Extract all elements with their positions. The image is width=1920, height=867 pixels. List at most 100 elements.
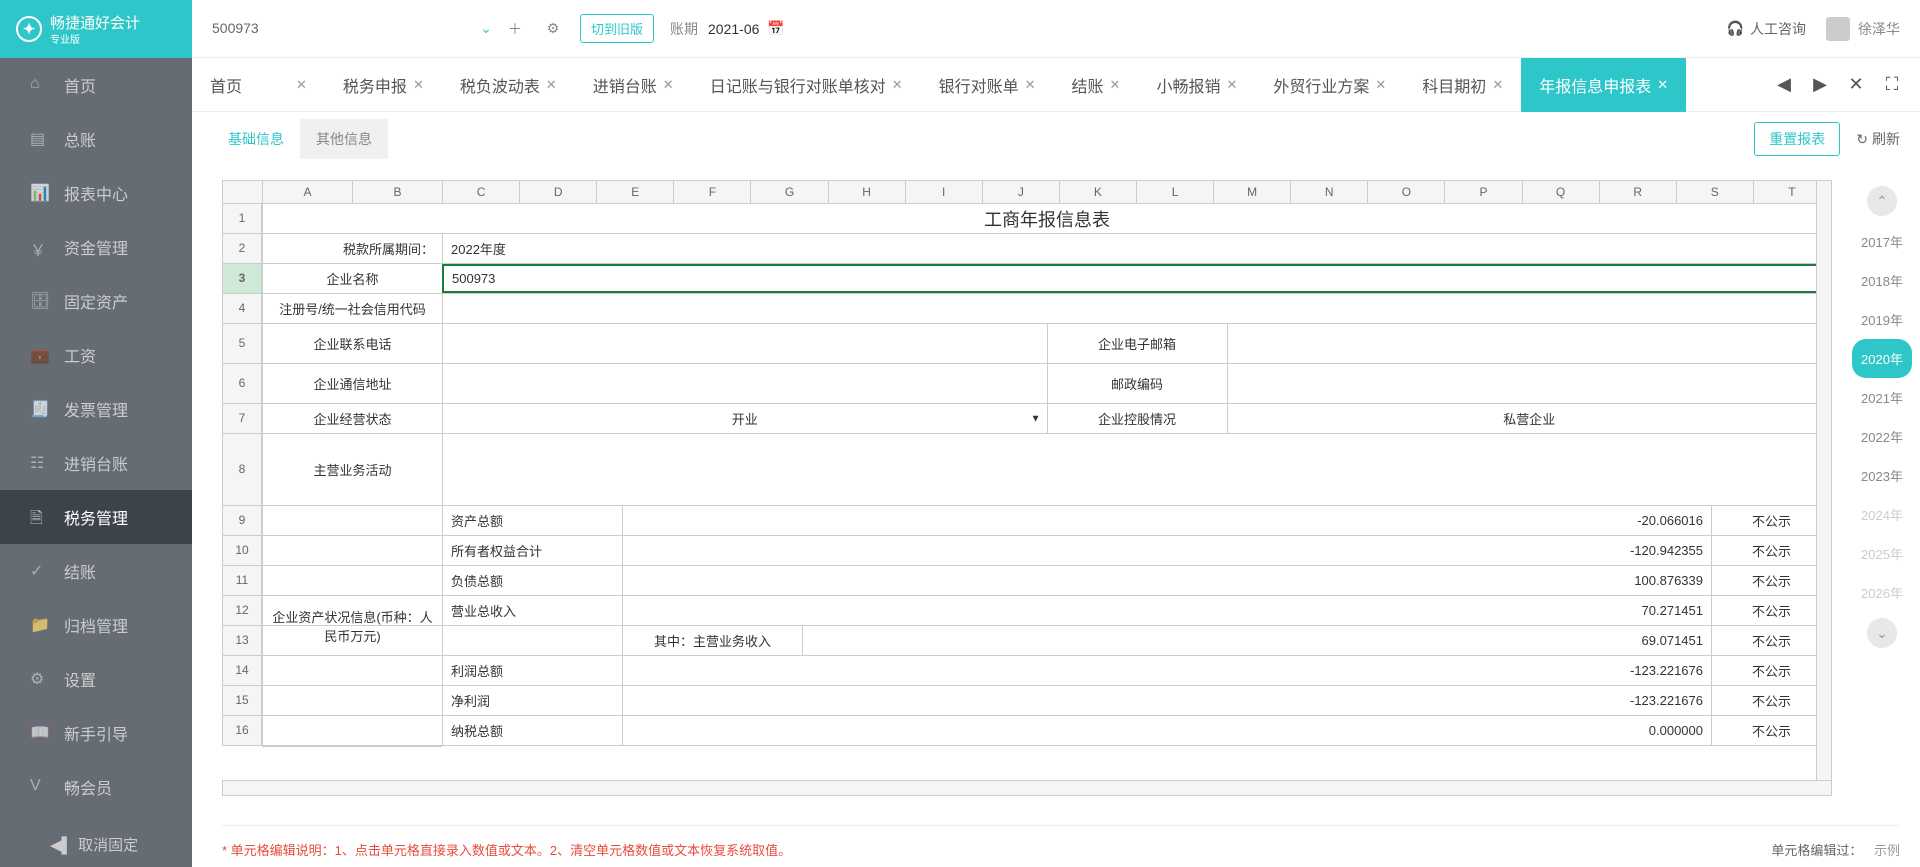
address-input[interactable]	[442, 364, 1047, 403]
year-2023年[interactable]: 2023年	[1852, 456, 1912, 495]
nav-vip[interactable]: V畅会员	[0, 760, 192, 814]
tab-7[interactable]: 结账✕	[1054, 58, 1139, 112]
row-header-9[interactable]: 9	[222, 506, 262, 536]
nav-assets[interactable]: 🗄固定资产	[0, 274, 192, 328]
row-header-8[interactable]: 8	[222, 434, 262, 506]
calendar-icon[interactable]: 📅	[767, 20, 784, 37]
row-header-2[interactable]: 2	[222, 234, 262, 264]
publish-select[interactable]: 不公示▼	[1711, 656, 1831, 685]
tab-close-icon[interactable]: ✕	[296, 77, 307, 93]
gear-icon[interactable]: ⚙	[538, 14, 568, 44]
publish-select[interactable]: 不公示▼	[1711, 536, 1831, 565]
company-name-input[interactable]: 500973	[442, 264, 1831, 293]
tab-1[interactable]: ✕	[272, 58, 325, 112]
row-header-7[interactable]: 7	[222, 404, 262, 434]
tab-next[interactable]: ▶	[1802, 67, 1838, 103]
nav-closing[interactable]: ✓结账	[0, 544, 192, 598]
col-header-I[interactable]: I	[906, 181, 983, 203]
refresh-button[interactable]: ↻ 刷新	[1856, 129, 1900, 149]
fullscreen-icon[interactable]: ⛶	[1874, 67, 1910, 103]
horizontal-scrollbar[interactable]	[222, 780, 1832, 800]
row-header-3[interactable]: 3	[222, 264, 262, 294]
tab-8[interactable]: 小畅报销✕	[1138, 58, 1255, 112]
row-header-14[interactable]: 14	[222, 656, 262, 686]
tab-0[interactable]: 首页	[192, 58, 272, 112]
row-header-13[interactable]: 13	[222, 626, 262, 656]
year-2020年[interactable]: 2020年	[1852, 339, 1912, 378]
col-header-P[interactable]: P	[1445, 181, 1522, 203]
tab-close-icon[interactable]: ✕	[1492, 77, 1503, 93]
row-header-11[interactable]: 11	[222, 566, 262, 596]
postcode-input[interactable]	[1227, 364, 1832, 403]
tab-4[interactable]: 进销台账✕	[575, 58, 692, 112]
year-down[interactable]: ⌄	[1867, 618, 1897, 648]
col-header-M[interactable]: M	[1214, 181, 1291, 203]
holding-select[interactable]: 私营企业▼	[1227, 404, 1832, 433]
col-header-N[interactable]: N	[1291, 181, 1368, 203]
col-header-L[interactable]: L	[1137, 181, 1214, 203]
row-header-4[interactable]: 4	[222, 294, 262, 324]
tab-close-icon[interactable]: ✕	[1110, 77, 1121, 93]
publish-select[interactable]: 不公示▼	[1711, 716, 1831, 745]
tab-close-icon[interactable]: ✕	[1226, 77, 1237, 93]
col-header-H[interactable]: H	[829, 181, 906, 203]
asset-value[interactable]: 70.271451	[622, 596, 1711, 625]
col-header-K[interactable]: K	[1060, 181, 1137, 203]
col-header-R[interactable]: R	[1600, 181, 1677, 203]
tab-close-icon[interactable]: ✕	[546, 77, 557, 93]
year-2018年[interactable]: 2018年	[1852, 261, 1912, 300]
nav-salary[interactable]: 💼工资	[0, 328, 192, 382]
tab-5[interactable]: 日记账与银行对账单核对✕	[692, 58, 921, 112]
col-header-G[interactable]: G	[751, 181, 828, 203]
asset-value[interactable]: 0.000000	[622, 716, 1711, 745]
regenerate-button[interactable]: 重置报表	[1754, 122, 1840, 156]
tab-close-icon[interactable]: ✕	[1025, 77, 1036, 93]
main-biz-input[interactable]	[442, 434, 1831, 505]
tab-prev[interactable]: ◀	[1766, 67, 1802, 103]
publish-select[interactable]: 不公示▼	[1711, 596, 1831, 625]
row-header-5[interactable]: 5	[222, 324, 262, 364]
subtab-other[interactable]: 其他信息	[300, 119, 388, 159]
nav-psi[interactable]: ☷进销台账	[0, 436, 192, 490]
year-up[interactable]: ⌃	[1867, 186, 1897, 216]
reg-code-input[interactable]	[442, 294, 1831, 323]
nav-tax[interactable]: 🗎税务管理	[0, 490, 192, 544]
publish-select[interactable]: 不公示▼	[1711, 626, 1831, 655]
asset-value[interactable]: -123.221676	[622, 656, 1711, 685]
nav-invoice[interactable]: 🧾发票管理	[0, 382, 192, 436]
publish-select[interactable]: 不公示▼	[1711, 566, 1831, 595]
year-2017年[interactable]: 2017年	[1852, 222, 1912, 261]
vertical-scrollbar[interactable]	[1816, 180, 1832, 790]
select-all-corner[interactable]	[223, 181, 263, 203]
publish-select[interactable]: 不公示▼	[1711, 506, 1831, 535]
col-header-D[interactable]: D	[520, 181, 597, 203]
col-header-J[interactable]: J	[983, 181, 1060, 203]
subtab-basic[interactable]: 基础信息	[212, 119, 300, 159]
nav-funds[interactable]: ￥资金管理	[0, 220, 192, 274]
company-selector[interactable]: 500973 ⌄	[212, 14, 492, 44]
row-header-10[interactable]: 10	[222, 536, 262, 566]
col-header-S[interactable]: S	[1677, 181, 1754, 203]
consult-button[interactable]: 🎧 人工咨询	[1727, 19, 1806, 39]
tab-6[interactable]: 银行对账单✕	[921, 58, 1054, 112]
col-header-O[interactable]: O	[1368, 181, 1445, 203]
nav-ledger[interactable]: ▤总账	[0, 112, 192, 166]
asset-value[interactable]: 69.071451	[802, 626, 1711, 655]
tab-close-icon[interactable]: ✕	[663, 77, 674, 93]
row-header-15[interactable]: 15	[222, 686, 262, 716]
tab-3[interactable]: 税负波动表✕	[442, 58, 575, 112]
tab-close-all[interactable]: ✕	[1838, 67, 1874, 103]
col-header-B[interactable]: B	[353, 181, 443, 203]
asset-value[interactable]: 100.876339	[622, 566, 1711, 595]
tab-close-icon[interactable]: ✕	[1375, 77, 1386, 93]
col-header-Q[interactable]: Q	[1523, 181, 1600, 203]
col-header-A[interactable]: A	[263, 181, 353, 203]
unpin-button[interactable]: ◀▌ 取消固定	[50, 834, 138, 855]
row-header-12[interactable]: 12	[222, 596, 262, 626]
add-icon[interactable]: ＋	[500, 14, 530, 44]
tab-11[interactable]: 年报信息申报表✕	[1521, 58, 1686, 112]
year-2022年[interactable]: 2022年	[1852, 417, 1912, 456]
asset-value[interactable]: -20.066016	[622, 506, 1711, 535]
nav-settings[interactable]: ⚙设置	[0, 652, 192, 706]
tab-10[interactable]: 科目期初✕	[1404, 58, 1521, 112]
